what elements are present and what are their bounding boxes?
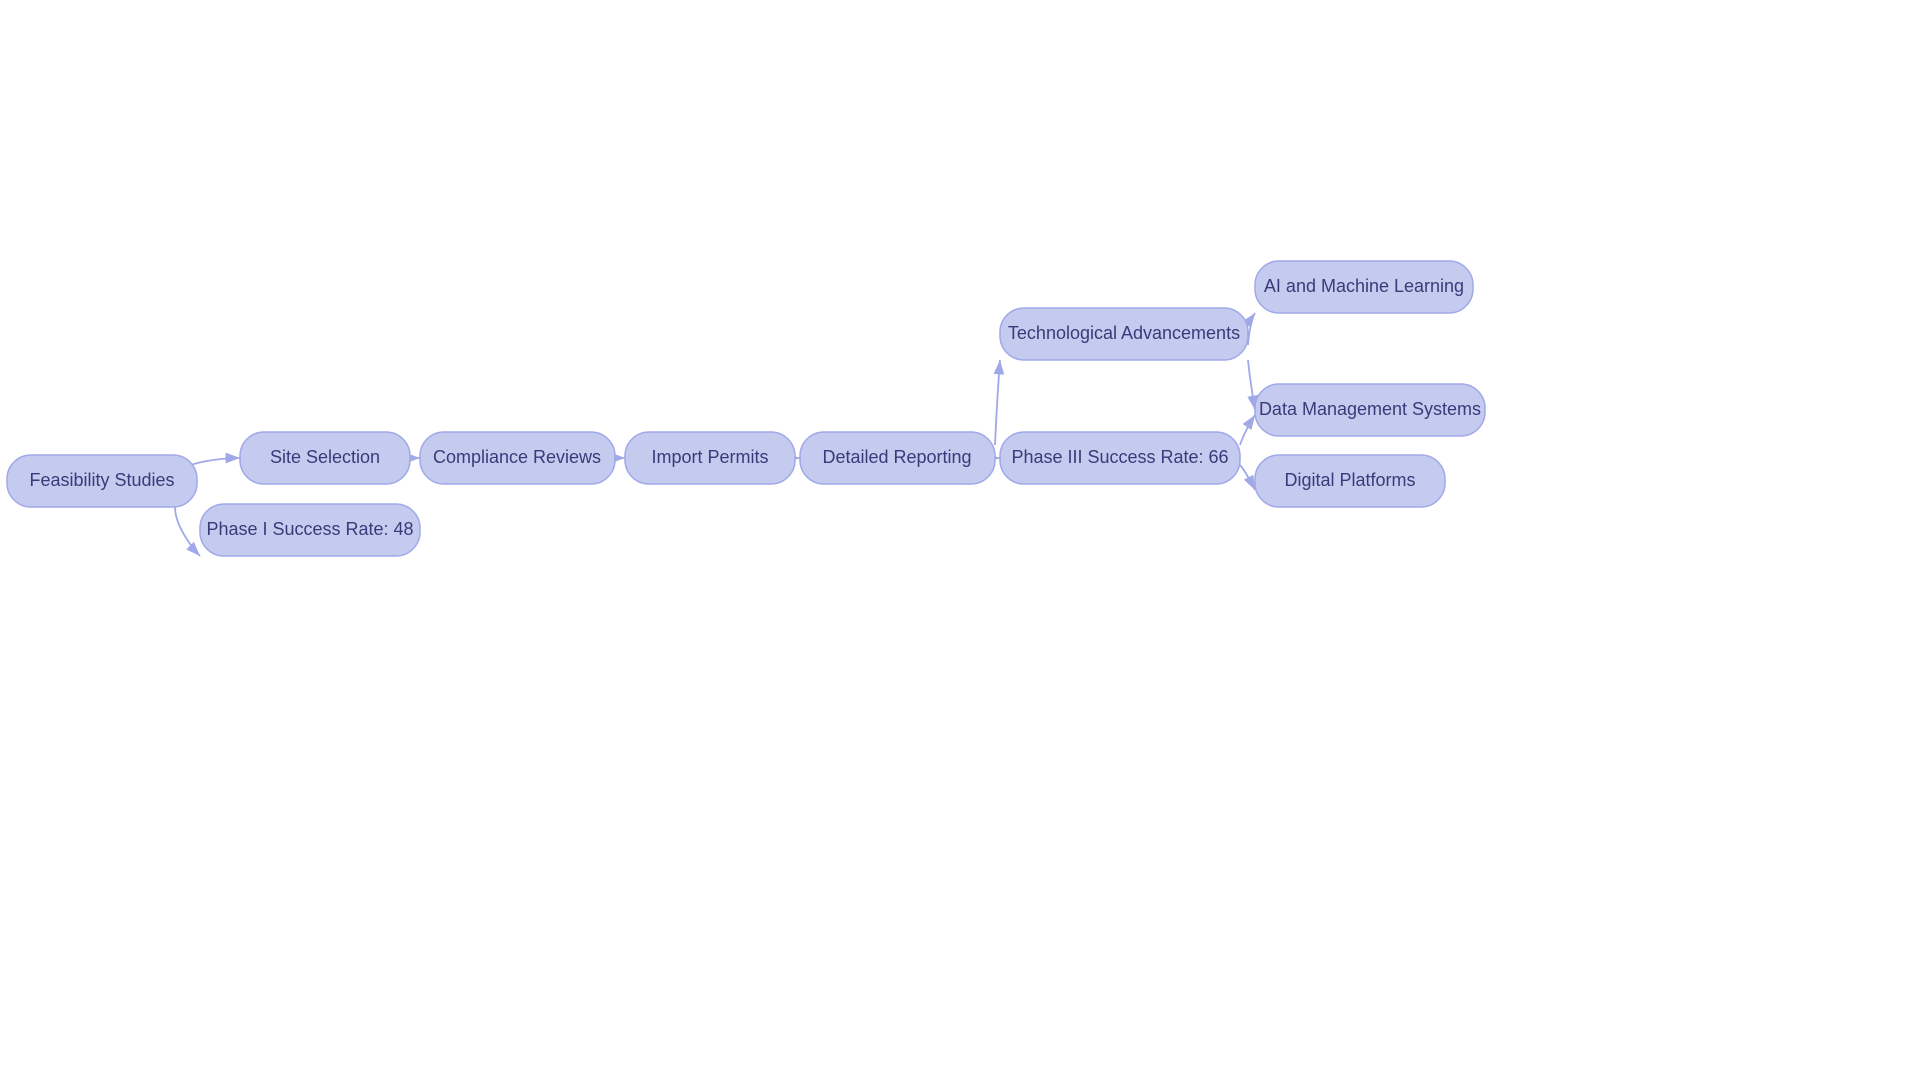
svg-text:Detailed Reporting: Detailed Reporting [822,447,971,467]
edge-feasibility-phase1 [175,507,200,556]
node-import-permits[interactable]: Import Permits [625,432,795,484]
svg-text:Data Management Systems: Data Management Systems [1259,399,1481,419]
node-compliance-reviews[interactable]: Compliance Reviews [420,432,615,484]
edge-tech-datamgmt [1248,360,1255,410]
node-ai-machine-learning[interactable]: AI and Machine Learning [1255,261,1473,313]
workflow-diagram: Feasibility Studies Site Selection Phase… [0,0,1920,1083]
svg-text:Digital Platforms: Digital Platforms [1284,470,1415,490]
edge-phase3-digital [1240,465,1255,490]
svg-text:Site Selection: Site Selection [270,447,380,467]
svg-text:Phase III Success Rate: 66: Phase III Success Rate: 66 [1011,447,1228,467]
svg-text:Phase I Success Rate: 48: Phase I Success Rate: 48 [206,519,413,539]
node-data-management-systems[interactable]: Data Management Systems [1255,384,1485,436]
edge-detailed-tech [995,360,1000,445]
svg-text:Feasibility Studies: Feasibility Studies [29,470,174,490]
node-technological-advancements[interactable]: Technological Advancements [1000,308,1248,360]
svg-text:Technological Advancements: Technological Advancements [1008,323,1240,343]
node-digital-platforms[interactable]: Digital Platforms [1255,455,1445,507]
svg-text:Compliance Reviews: Compliance Reviews [433,447,601,467]
node-detailed-reporting[interactable]: Detailed Reporting [800,432,995,484]
edge-phase3-datamgmt [1240,415,1255,445]
svg-text:Import Permits: Import Permits [651,447,768,467]
node-feasibility[interactable]: Feasibility Studies [7,455,197,507]
node-phase3[interactable]: Phase III Success Rate: 66 [1000,432,1240,484]
node-site-selection[interactable]: Site Selection [240,432,410,484]
edge-tech-aiml [1248,313,1255,345]
node-phase1[interactable]: Phase I Success Rate: 48 [200,504,420,556]
svg-text:AI and Machine Learning: AI and Machine Learning [1264,276,1464,296]
